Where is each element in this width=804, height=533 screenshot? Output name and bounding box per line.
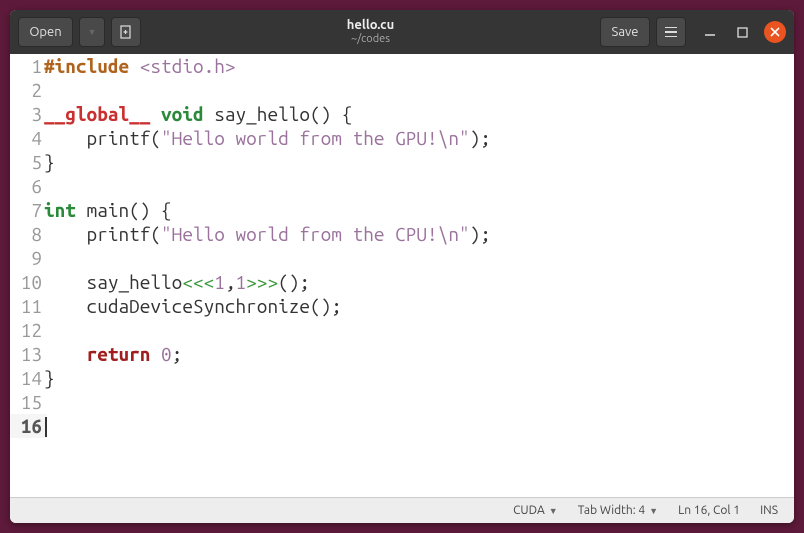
line-number: 3 xyxy=(10,102,44,126)
text-cursor xyxy=(45,417,47,437)
hamburger-icon xyxy=(665,27,677,38)
line-number: 6 xyxy=(10,174,44,198)
code-line[interactable]: 9 xyxy=(10,246,794,270)
line-number: 11 xyxy=(10,294,44,318)
code-line[interactable]: 2 xyxy=(10,78,794,102)
new-document-icon xyxy=(119,25,133,39)
code-line[interactable]: 10 say_hello<<<1,1>>>(); xyxy=(10,270,794,294)
line-number: 2 xyxy=(10,78,44,102)
open-recent-dropdown[interactable]: ▼ xyxy=(79,17,105,47)
code-content[interactable] xyxy=(44,414,47,438)
code-line[interactable]: 7int main() { xyxy=(10,198,794,222)
chevron-down-icon: ▼ xyxy=(88,27,97,37)
code-content[interactable]: int main() { xyxy=(44,198,172,222)
code-line[interactable]: 16 xyxy=(10,414,794,438)
title-area: hello.cu ~/codes xyxy=(147,18,594,47)
maximize-button[interactable] xyxy=(732,22,752,42)
code-line[interactable]: 1#include <stdio.h> xyxy=(10,54,794,78)
line-number: 8 xyxy=(10,222,44,246)
line-number: 13 xyxy=(10,342,44,366)
document-title: hello.cu xyxy=(147,18,594,34)
code-content[interactable]: return 0; xyxy=(44,342,182,366)
code-content[interactable]: } xyxy=(44,366,55,390)
maximize-icon xyxy=(737,27,748,38)
code-line[interactable]: 15 xyxy=(10,390,794,414)
language-label: CUDA xyxy=(513,504,545,517)
code-content[interactable]: say_hello<<<1,1>>>(); xyxy=(44,270,310,294)
window-controls xyxy=(700,21,786,43)
minimize-button[interactable] xyxy=(700,22,720,42)
document-path: ~/codes xyxy=(147,33,594,46)
code-line[interactable]: 12 xyxy=(10,318,794,342)
line-number: 4 xyxy=(10,126,44,150)
tabwidth-label: Tab Width: 4 xyxy=(578,504,645,517)
open-button[interactable]: Open xyxy=(18,17,73,47)
new-tab-button[interactable] xyxy=(111,17,141,47)
code-line[interactable]: 14} xyxy=(10,366,794,390)
chevron-down-icon: ▼ xyxy=(549,506,558,516)
minimize-icon xyxy=(704,26,716,38)
insert-mode[interactable]: INS xyxy=(760,504,778,517)
editor-window: Open ▼ hello.cu ~/codes Save xyxy=(10,10,794,523)
code-content[interactable]: #include <stdio.h> xyxy=(44,54,236,78)
line-number: 14 xyxy=(10,366,44,390)
line-number: 1 xyxy=(10,54,44,78)
line-number: 7 xyxy=(10,198,44,222)
chevron-down-icon: ▼ xyxy=(649,506,658,516)
line-number: 12 xyxy=(10,318,44,342)
close-button[interactable] xyxy=(764,21,786,43)
code-line[interactable]: 4 printf("Hello world from the GPU!\n"); xyxy=(10,126,794,150)
cursor-position[interactable]: Ln 16, Col 1 xyxy=(678,504,740,517)
code-line[interactable]: 8 printf("Hello world from the CPU!\n"); xyxy=(10,222,794,246)
code-line[interactable]: 13 return 0; xyxy=(10,342,794,366)
line-number: 10 xyxy=(10,270,44,294)
code-content[interactable]: __global__ void say_hello() { xyxy=(44,102,353,126)
code-content[interactable]: } xyxy=(44,150,55,174)
line-number: 16 xyxy=(10,414,44,438)
code-content[interactable]: printf("Hello world from the GPU!\n"); xyxy=(44,126,491,150)
line-number: 15 xyxy=(10,390,44,414)
code-content[interactable]: cudaDeviceSynchronize(); xyxy=(44,294,342,318)
language-selector[interactable]: CUDA ▼ xyxy=(513,504,558,517)
close-icon xyxy=(770,27,780,37)
code-line[interactable]: 6 xyxy=(10,174,794,198)
line-number: 9 xyxy=(10,246,44,270)
statusbar: CUDA ▼ Tab Width: 4 ▼ Ln 16, Col 1 INS xyxy=(10,497,794,523)
code-line[interactable]: 5} xyxy=(10,150,794,174)
save-button[interactable]: Save xyxy=(600,17,650,47)
code-line[interactable]: 3__global__ void say_hello() { xyxy=(10,102,794,126)
code-line[interactable]: 11 cudaDeviceSynchronize(); xyxy=(10,294,794,318)
code-editor[interactable]: 1#include <stdio.h>23__global__ void say… xyxy=(10,54,794,497)
tabwidth-selector[interactable]: Tab Width: 4 ▼ xyxy=(578,504,658,517)
titlebar: Open ▼ hello.cu ~/codes Save xyxy=(10,10,794,54)
hamburger-menu-button[interactable] xyxy=(656,17,686,47)
code-content[interactable]: printf("Hello world from the CPU!\n"); xyxy=(44,222,491,246)
line-number: 5 xyxy=(10,150,44,174)
